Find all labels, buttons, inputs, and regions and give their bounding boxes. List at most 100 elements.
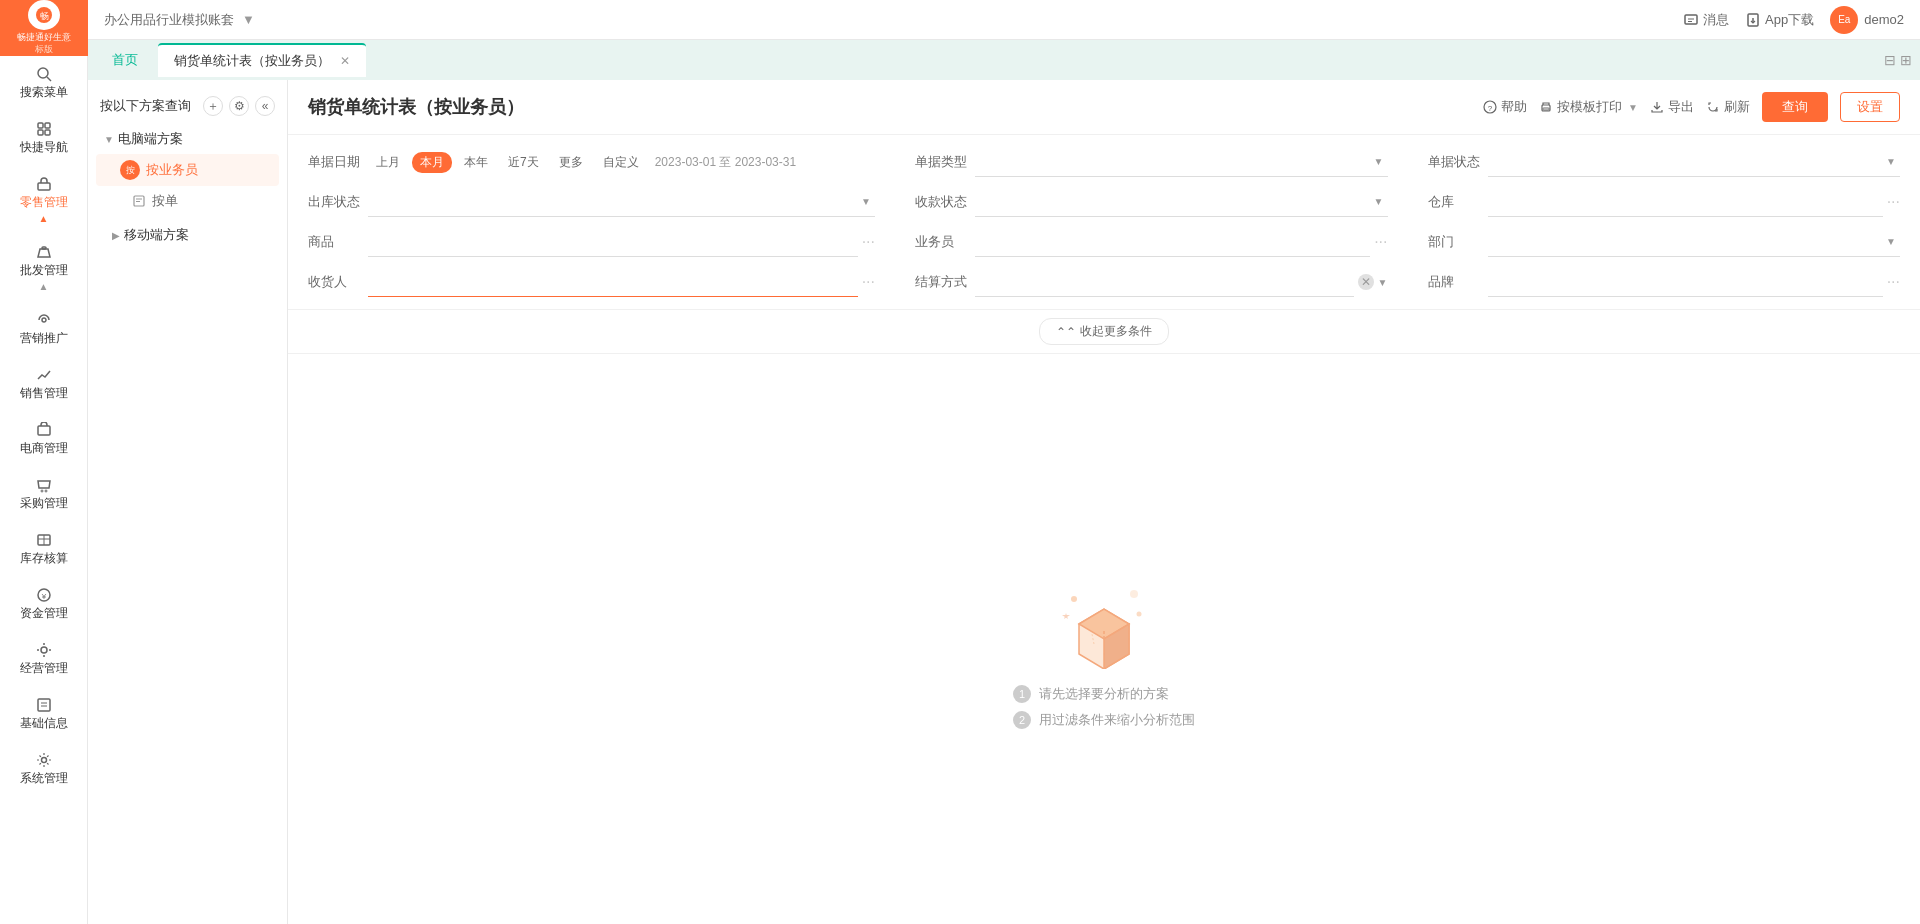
user-menu[interactable]: Ea demo2 <box>1830 6 1904 34</box>
recipient-dots[interactable]: ··· <box>862 273 875 291</box>
sidebar: 畅 畅捷通好生意 标版 搜索菜单 快捷导航 零售管理 ▲ 批发管理 ▲ 营销推广… <box>0 0 88 924</box>
dropdown-arrow[interactable]: ▼ <box>242 12 255 27</box>
svg-rect-33 <box>1543 108 1549 110</box>
svg-point-12 <box>41 490 43 492</box>
filter-product: 商品 ··· <box>308 227 875 257</box>
sidebar-item-retail[interactable]: 零售管理 ▲ <box>0 166 88 234</box>
filter-warehouse: 仓库 ··· <box>1428 187 1901 217</box>
setting-button[interactable]: 设置 <box>1840 92 1900 122</box>
svg-point-35 <box>1130 590 1138 598</box>
sidebar-item-system[interactable]: 系统管理 <box>0 742 88 797</box>
user-initials: Ea <box>1838 14 1850 25</box>
svg-point-36 <box>1137 612 1142 617</box>
tab-minimize-btn[interactable]: ⊟ <box>1884 52 1896 68</box>
content-header: 销货单统计表（按业务员） ? 帮助 按模板打印 ▼ 导出 <box>288 80 1920 135</box>
date-btn-this-month[interactable]: 本月 <box>412 152 452 173</box>
svg-point-23 <box>41 758 46 763</box>
export-btn[interactable]: 导出 <box>1650 98 1694 116</box>
collapse-scheme-btn[interactable]: « <box>255 96 275 116</box>
doc-status-select[interactable] <box>1488 147 1901 177</box>
sidebar-item-finance[interactable]: ¥ 资金管理 <box>0 577 88 632</box>
refresh-btn[interactable]: 刷新 <box>1706 98 1750 116</box>
add-scheme-btn[interactable]: ＋ <box>203 96 223 116</box>
tree-item-by-salesperson[interactable]: 按 按业务员 <box>96 154 279 186</box>
message-icon <box>1683 12 1699 28</box>
sidebar-item-operations[interactable]: 经营管理 <box>0 632 88 687</box>
warehouse-dots[interactable]: ··· <box>1887 193 1900 211</box>
empty-tip-2-text: 用过滤条件来缩小分析范围 <box>1039 711 1195 729</box>
recipient-input[interactable] <box>368 267 858 297</box>
message-btn[interactable]: 消息 <box>1683 11 1729 29</box>
doc-type-select[interactable] <box>975 147 1388 177</box>
query-button[interactable]: 查询 <box>1762 92 1828 122</box>
user-avatar: Ea <box>1830 6 1858 34</box>
filter-department: 部门 ▼ <box>1428 227 1901 257</box>
salesperson-dots[interactable]: ··· <box>1374 233 1387 251</box>
sidebar-item-inventory[interactable]: 库存核算 <box>0 522 88 577</box>
brand-input[interactable] <box>1488 267 1883 297</box>
topbar-right: 消息 App下载 Ea demo2 <box>1683 6 1904 34</box>
date-label: 单据日期 <box>308 153 360 171</box>
tree-item-by-doc[interactable]: 按单 <box>96 186 279 216</box>
date-btn-more[interactable]: 更多 <box>551 152 591 173</box>
message-label: 消息 <box>1703 11 1729 29</box>
tab-home[interactable]: 首页 <box>96 43 154 77</box>
settlement-select[interactable] <box>975 267 1354 297</box>
date-btn-custom[interactable]: 自定义 <box>595 152 647 173</box>
tree-group-mobile-title[interactable]: ▶ 移动端方案 <box>96 220 279 250</box>
product-dots[interactable]: ··· <box>862 233 875 251</box>
main-content: 办公用品行业模拟账套 ▼ 消息 App下载 Ea demo2 首页 <box>88 0 1920 924</box>
empty-tip-1: 1 请先选择要分析的方案 <box>1013 685 1195 703</box>
department-select[interactable] <box>1488 227 1901 257</box>
operations-icon <box>36 642 52 658</box>
help-btn[interactable]: ? 帮助 <box>1483 98 1527 116</box>
app-download-btn[interactable]: App下载 <box>1745 11 1814 29</box>
sidebar-item-marketing[interactable]: 营销推广 <box>0 302 88 357</box>
scheme-panel-icons: ＋ ⚙ « <box>203 96 275 116</box>
settlement-clear-btn[interactable]: ✕ <box>1358 274 1374 290</box>
tab-maximize-btn[interactable]: ⊞ <box>1900 52 1912 68</box>
settlement-arrow: ▼ <box>1378 277 1388 288</box>
product-label: 商品 <box>308 233 360 251</box>
out-status-select[interactable] <box>368 187 875 217</box>
sidebar-item-search[interactable]: 搜索菜单 <box>0 56 88 111</box>
brand-label: 品牌 <box>1428 273 1480 291</box>
filter-row-2: 出库状态 ▼ 收款状态 ▼ <box>308 187 1900 217</box>
doc-status-label: 单据状态 <box>1428 153 1480 171</box>
filter-brand: 品牌 ··· <box>1428 267 1901 297</box>
date-btn-this-year[interactable]: 本年 <box>456 152 496 173</box>
sidebar-item-shortcut[interactable]: 快捷导航 <box>0 111 88 166</box>
warehouse-input[interactable] <box>1488 187 1883 217</box>
tab-report[interactable]: 销货单统计表（按业务员） ✕ <box>158 43 366 77</box>
filter-row-4: 收货人 ··· 结算方式 ✕ ▼ 品牌 <box>308 267 1900 297</box>
empty-tip-2: 2 用过滤条件来缩小分析范围 <box>1013 711 1195 729</box>
user-name: demo2 <box>1864 12 1904 27</box>
recipient-label: 收货人 <box>308 273 360 291</box>
collapse-btn[interactable]: ⌃⌃ 收起更多条件 <box>1039 318 1169 345</box>
company-name: 办公用品行业模拟账套 <box>104 11 234 29</box>
sidebar-item-purchase[interactable]: 采购管理 <box>0 467 88 522</box>
sidebar-item-wholesale[interactable]: 批发管理 ▲ <box>0 234 88 302</box>
content-panel: 销货单统计表（按业务员） ? 帮助 按模板打印 ▼ 导出 <box>288 80 1920 924</box>
sidebar-item-ecommerce[interactable]: 电商管理 <box>0 412 88 467</box>
print-btn[interactable]: 按模板打印 ▼ <box>1539 98 1638 116</box>
salesperson-input[interactable] <box>975 227 1370 257</box>
sales-icon <box>36 367 52 383</box>
sidebar-label-retail: 零售管理 <box>20 194 68 211</box>
tree-group-desktop-title[interactable]: ▼ 电脑端方案 <box>96 124 279 154</box>
warehouse-label: 仓库 <box>1428 193 1480 211</box>
tab-report-label: 销货单统计表（按业务员） <box>174 52 330 70</box>
edit-scheme-btn[interactable]: ⚙ <box>229 96 249 116</box>
purchase-icon <box>36 477 52 493</box>
sidebar-item-basic[interactable]: 基础信息 <box>0 687 88 742</box>
tree-group-mobile-label: 移动端方案 <box>124 226 189 244</box>
brand-dots[interactable]: ··· <box>1887 273 1900 291</box>
payment-status-select[interactable] <box>975 187 1388 217</box>
scheme-header-text: 按以下方案查询 <box>100 97 191 115</box>
date-btn-last-month[interactable]: 上月 <box>368 152 408 173</box>
tree-item-doc-label: 按单 <box>152 192 178 210</box>
date-btn-7days[interactable]: 近7天 <box>500 152 547 173</box>
tab-close-btn[interactable]: ✕ <box>340 54 350 68</box>
product-input[interactable] <box>368 227 858 257</box>
sidebar-item-sales[interactable]: 销售管理 <box>0 357 88 412</box>
